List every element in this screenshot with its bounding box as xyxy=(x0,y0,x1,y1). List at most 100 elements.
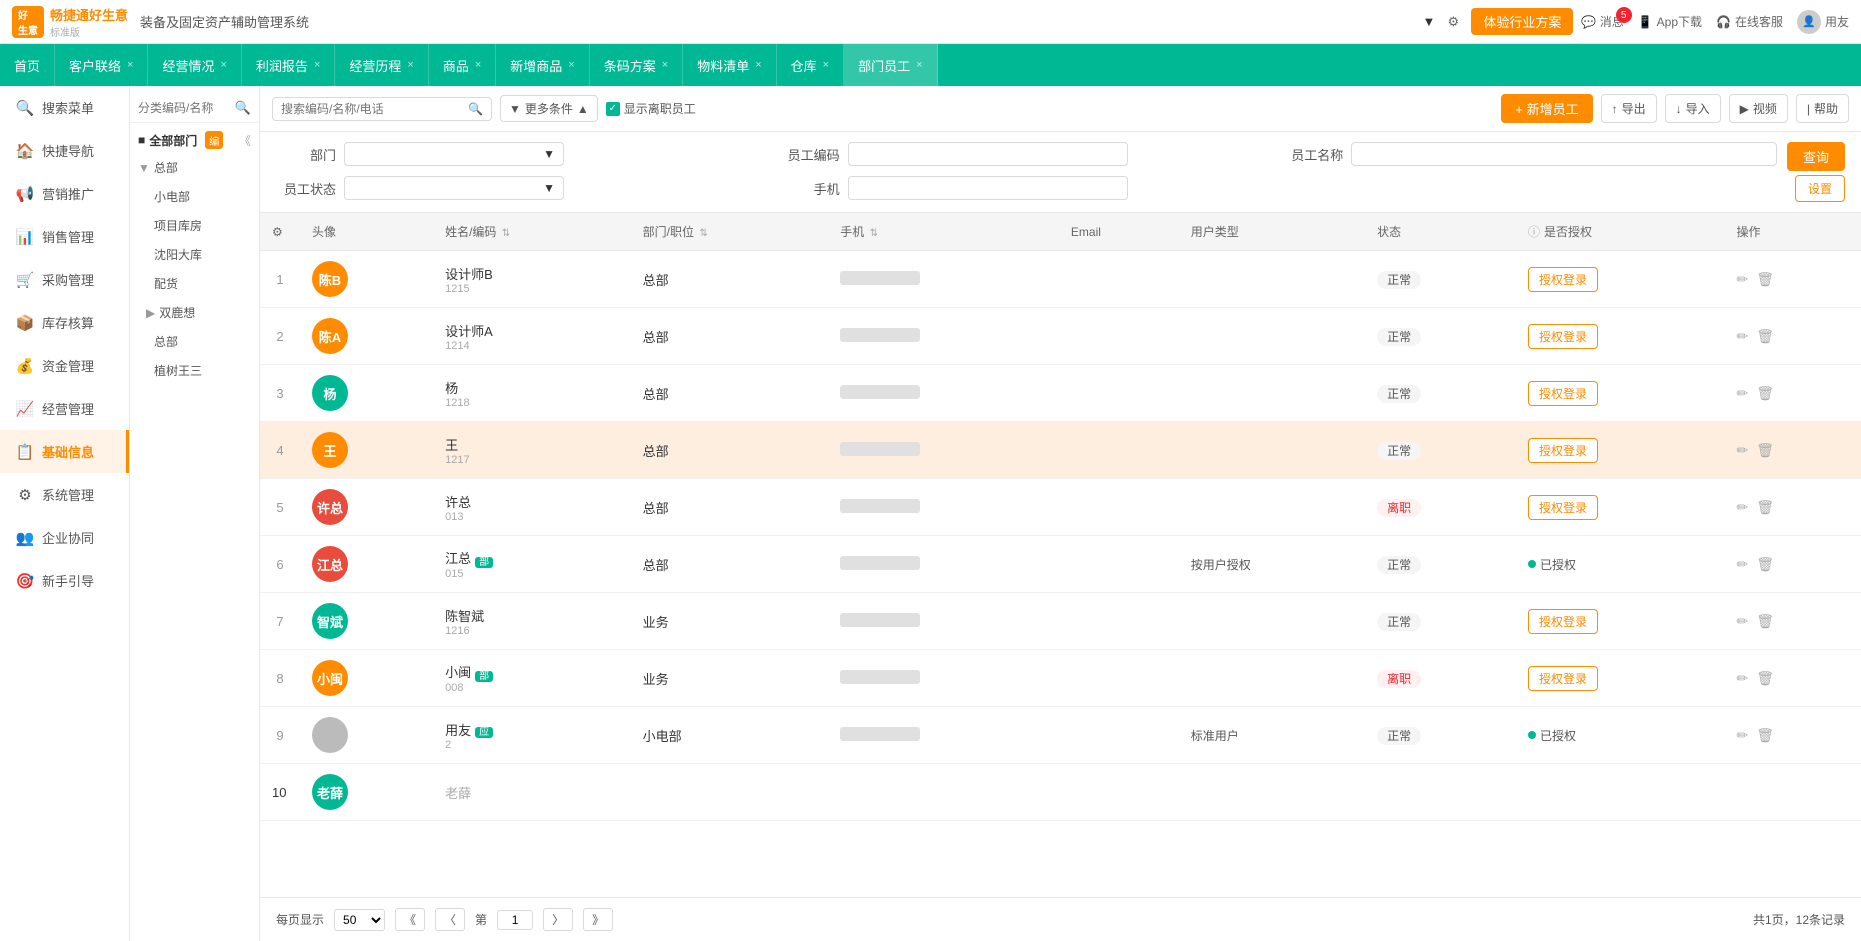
nav-business[interactable]: 📈 经营管理 xyxy=(0,387,129,430)
nav-item-department[interactable]: 部门员工 × xyxy=(844,44,937,86)
nav-guide[interactable]: 🎯 新手引导 xyxy=(0,559,129,602)
dept-edit-icon[interactable]: 编 xyxy=(205,131,223,149)
next-page-btn[interactable]: 〉 xyxy=(543,908,573,931)
filter-dept-select[interactable]: ▼ xyxy=(344,142,564,166)
nav-search-menu[interactable]: 🔍 搜索菜单 xyxy=(0,86,129,129)
online-service-btn[interactable]: 🎧 在线客服 xyxy=(1716,13,1783,30)
nav-finance[interactable]: 💰 资金管理 xyxy=(0,344,129,387)
nav-item-customer[interactable]: 客户联络 × xyxy=(55,44,148,86)
trial-button[interactable]: 体验行业方案 xyxy=(1471,8,1573,35)
help-button[interactable]: | 帮助 xyxy=(1796,94,1849,123)
dept-item-zhishu[interactable]: 植树王三 xyxy=(130,356,259,385)
dept-collapse-btn[interactable]: 《 xyxy=(239,132,251,149)
sort-dept-icon[interactable]: ⇅ xyxy=(699,228,707,239)
dept-item-peihuo[interactable]: 配货 xyxy=(130,269,259,298)
emp-code-field[interactable] xyxy=(857,147,1119,161)
auth-btn[interactable]: 授权登录 xyxy=(1528,666,1598,691)
more-filter-btn[interactable]: ▼ 更多条件 ▲ xyxy=(500,95,598,122)
auth-btn[interactable]: 授权登录 xyxy=(1528,495,1598,520)
th-settings[interactable]: ⚙ xyxy=(260,213,300,251)
delete-icon[interactable]: 🗑 xyxy=(1756,442,1774,459)
nav-basic-info[interactable]: 📋 基础信息 xyxy=(0,430,129,473)
edit-icon[interactable]: ✏ xyxy=(1737,385,1749,402)
auth-btn[interactable]: 授权登录 xyxy=(1528,267,1598,292)
delete-icon[interactable]: 🗑 xyxy=(1756,670,1774,687)
first-page-btn[interactable]: 《 xyxy=(395,908,425,931)
nav-item-operation[interactable]: 经营情况 × xyxy=(148,44,241,86)
dept-search-input[interactable] xyxy=(138,101,235,115)
nav-purchase[interactable]: 🛒 采购管理 xyxy=(0,258,129,301)
dropdown-arrow[interactable]: ▼ xyxy=(1423,14,1436,29)
delete-icon[interactable]: 🗑 xyxy=(1756,613,1774,630)
delete-icon[interactable]: 🗑 xyxy=(1756,727,1774,744)
delete-icon[interactable]: 🗑 xyxy=(1756,385,1774,402)
nav-collab[interactable]: 👥 企业协同 xyxy=(0,516,129,559)
dept-item-shuanglu[interactable]: ▶ 双鹿想 xyxy=(130,298,259,327)
edit-icon[interactable]: ✏ xyxy=(1737,727,1749,744)
edit-icon[interactable]: ✏ xyxy=(1737,442,1749,459)
show-dimission-toggle[interactable]: ✓ 显示离职员工 xyxy=(606,100,696,117)
filter-status-select[interactable]: ▼ xyxy=(344,176,564,200)
sort-phone-icon[interactable]: ⇅ xyxy=(870,228,878,239)
dept-item-shenyang[interactable]: 沈阳大库 xyxy=(130,240,259,269)
auth-btn[interactable]: 授权登录 xyxy=(1528,381,1598,406)
last-page-btn[interactable]: 》 xyxy=(583,908,613,931)
dept-search-icon[interactable]: 🔍 xyxy=(235,100,251,116)
nav-item-warehouse[interactable]: 仓库 × xyxy=(777,44,844,86)
search-icon[interactable]: 🔍 xyxy=(468,102,483,116)
filter-emp-name-input[interactable] xyxy=(1351,142,1777,166)
per-page-select[interactable]: 50 20 100 xyxy=(334,909,385,931)
delete-icon[interactable]: 🗑 xyxy=(1756,271,1774,288)
nav-item-journey[interactable]: 经营历程 × xyxy=(335,44,428,86)
nav-item-profit[interactable]: 利润报告 × xyxy=(242,44,335,86)
dept-item-zongbu2[interactable]: 总部 xyxy=(130,327,259,356)
filter-emp-code-input[interactable] xyxy=(848,142,1128,166)
notification-btn[interactable]: 💬 消息 5 xyxy=(1581,13,1623,30)
nav-item-material[interactable]: 物料清单 × xyxy=(683,44,776,86)
page-number-input[interactable] xyxy=(497,910,533,930)
filter-phone-input[interactable] xyxy=(848,176,1128,200)
all-dept-text[interactable]: 全部部门 xyxy=(149,132,197,149)
view-button[interactable]: ▶ 视频 xyxy=(1729,94,1788,123)
emp-name-field[interactable] xyxy=(1360,147,1768,161)
dept-item-project[interactable]: 项目库房 xyxy=(130,211,259,240)
settings-icon[interactable]: ⚙ xyxy=(1443,12,1463,32)
delete-icon[interactable]: 🗑 xyxy=(1756,328,1774,345)
user-avatar[interactable]: 👤 用友 xyxy=(1797,10,1849,34)
auth-btn[interactable]: 授权登录 xyxy=(1528,324,1598,349)
import-button[interactable]: ↓ 导入 xyxy=(1665,94,1721,123)
edit-icon[interactable]: ✏ xyxy=(1737,271,1749,288)
edit-icon[interactable]: ✏ xyxy=(1737,670,1749,687)
auth-btn[interactable]: 授权登录 xyxy=(1528,609,1598,634)
phone-field[interactable] xyxy=(857,181,1119,195)
app-download-btn[interactable]: 📱 App下载 xyxy=(1638,13,1702,30)
import-icon: ↓ xyxy=(1676,102,1682,116)
dept-item-xiaodian[interactable]: 小电部 xyxy=(130,182,259,211)
nav-item-new-goods[interactable]: 新增商品 × xyxy=(496,44,589,86)
edit-icon[interactable]: ✏ xyxy=(1737,499,1749,516)
nav-item-home[interactable]: 首页 xyxy=(0,44,55,86)
search-input[interactable] xyxy=(281,102,464,116)
nav-quick-nav[interactable]: 🏠 快捷导航 xyxy=(0,129,129,172)
edit-icon[interactable]: ✏ xyxy=(1737,613,1749,630)
nav-system[interactable]: ⚙ 系统管理 xyxy=(0,473,129,516)
auth-info-icon[interactable]: ⓘ xyxy=(1528,225,1540,239)
query-button[interactable]: 查询 xyxy=(1787,142,1845,171)
dimission-checkbox[interactable]: ✓ xyxy=(606,102,620,116)
nav-item-goods[interactable]: 商品 × xyxy=(429,44,496,86)
nav-inventory[interactable]: 📦 库存核算 xyxy=(0,301,129,344)
dept-item-zongbu-group[interactable]: ▼ 总部 xyxy=(130,153,259,182)
delete-icon[interactable]: 🗑 xyxy=(1756,499,1774,516)
export-button[interactable]: ↑ 导出 xyxy=(1601,94,1657,123)
nav-sales[interactable]: 📊 销售管理 xyxy=(0,215,129,258)
sort-name-icon[interactable]: ⇅ xyxy=(502,228,510,239)
add-employee-button[interactable]: + 新增员工 xyxy=(1501,94,1592,123)
prev-page-btn[interactable]: 〈 xyxy=(435,908,465,931)
edit-icon[interactable]: ✏ xyxy=(1737,556,1749,573)
nav-marketing[interactable]: 📢 营销推广 xyxy=(0,172,129,215)
delete-icon[interactable]: 🗑 xyxy=(1756,556,1774,573)
edit-icon[interactable]: ✏ xyxy=(1737,328,1749,345)
set-button[interactable]: 设置 xyxy=(1795,175,1845,202)
auth-btn[interactable]: 授权登录 xyxy=(1528,438,1598,463)
nav-item-barcode[interactable]: 条码方案 × xyxy=(590,44,683,86)
